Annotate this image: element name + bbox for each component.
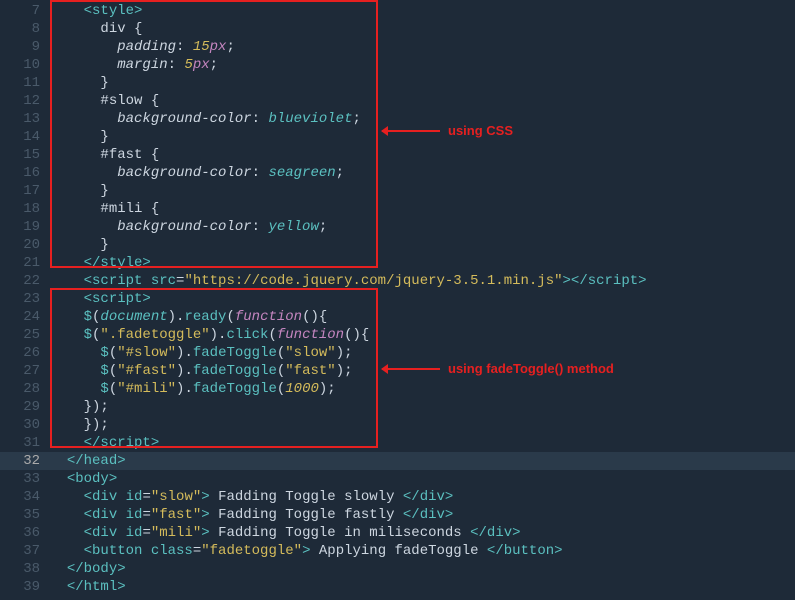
line-number: 39: [0, 578, 40, 596]
line-number: 28: [0, 380, 40, 398]
line-number: 15: [0, 146, 40, 164]
line-number: 13: [0, 110, 40, 128]
line-number: 32: [0, 452, 50, 470]
line-number: 23: [0, 290, 40, 308]
line-number: 16: [0, 164, 40, 182]
line-number: 8: [0, 20, 40, 38]
line-number: 18: [0, 200, 40, 218]
code-line[interactable]: background-color: yellow;: [50, 218, 795, 236]
line-number: 37: [0, 542, 40, 560]
code-line[interactable]: });: [50, 416, 795, 434]
code-editor[interactable]: 7891011121314151617181920212223242526272…: [0, 0, 795, 600]
line-number: 12: [0, 92, 40, 110]
line-number: 10: [0, 56, 40, 74]
line-number-gutter: 7891011121314151617181920212223242526272…: [0, 0, 50, 600]
line-number: 38: [0, 560, 40, 578]
line-number: 17: [0, 182, 40, 200]
line-number: 24: [0, 308, 40, 326]
code-line[interactable]: </style>: [50, 254, 795, 272]
code-line[interactable]: <button class="fadetoggle"> Applying fad…: [50, 542, 795, 560]
code-line[interactable]: <div id="mili"> Fadding Toggle in milise…: [50, 524, 795, 542]
code-line[interactable]: <script src="https://code.jquery.com/jqu…: [50, 272, 795, 290]
code-line[interactable]: </head>: [50, 452, 795, 470]
code-line[interactable]: <body>: [50, 470, 795, 488]
code-line[interactable]: <style>: [50, 2, 795, 20]
line-number: 29: [0, 398, 40, 416]
line-number: 9: [0, 38, 40, 56]
code-line[interactable]: }: [50, 236, 795, 254]
line-number: 14: [0, 128, 40, 146]
code-line[interactable]: #fast {: [50, 146, 795, 164]
line-number: 35: [0, 506, 40, 524]
code-line[interactable]: <div id="fast"> Fadding Toggle fastly </…: [50, 506, 795, 524]
arrow-icon: [382, 130, 440, 132]
code-line[interactable]: }: [50, 74, 795, 92]
code-line[interactable]: });: [50, 398, 795, 416]
line-number: 25: [0, 326, 40, 344]
code-line[interactable]: div {: [50, 20, 795, 38]
css-annotation-label: using CSS: [448, 122, 513, 140]
code-line[interactable]: $("#slow").fadeToggle("slow");: [50, 344, 795, 362]
line-number: 26: [0, 344, 40, 362]
line-number: 34: [0, 488, 40, 506]
code-line[interactable]: $("#fast").fadeToggle("fast");: [50, 362, 795, 380]
line-number: 19: [0, 218, 40, 236]
line-number: 30: [0, 416, 40, 434]
js-annotation-label: using fadeToggle() method: [448, 360, 614, 378]
code-line[interactable]: #mili {: [50, 200, 795, 218]
code-line[interactable]: $(".fadetoggle").click(function(){: [50, 326, 795, 344]
code-line[interactable]: </html>: [50, 578, 795, 596]
code-line[interactable]: margin: 5px;: [50, 56, 795, 74]
arrow-icon: [382, 368, 440, 370]
line-number: 22: [0, 272, 40, 290]
code-line[interactable]: $(document).ready(function(){: [50, 308, 795, 326]
line-number: 27: [0, 362, 40, 380]
line-number: 21: [0, 254, 40, 272]
line-number: 7: [0, 2, 40, 20]
code-line[interactable]: $("#mili").fadeToggle(1000);: [50, 380, 795, 398]
code-line[interactable]: padding: 15px;: [50, 38, 795, 56]
code-line[interactable]: background-color: blueviolet;: [50, 110, 795, 128]
code-line[interactable]: <script>: [50, 290, 795, 308]
line-number: 11: [0, 74, 40, 92]
line-number: 31: [0, 434, 40, 452]
line-number: 33: [0, 470, 40, 488]
line-number: 36: [0, 524, 40, 542]
code-line[interactable]: background-color: seagreen;: [50, 164, 795, 182]
code-line[interactable]: }: [50, 182, 795, 200]
line-number: 20: [0, 236, 40, 254]
code-area[interactable]: using CSS using fadeToggle() method <sty…: [50, 0, 795, 600]
code-line[interactable]: <div id="slow"> Fadding Toggle slowly </…: [50, 488, 795, 506]
code-line[interactable]: </body>: [50, 560, 795, 578]
code-line[interactable]: #slow {: [50, 92, 795, 110]
code-line[interactable]: </script>: [50, 434, 795, 452]
